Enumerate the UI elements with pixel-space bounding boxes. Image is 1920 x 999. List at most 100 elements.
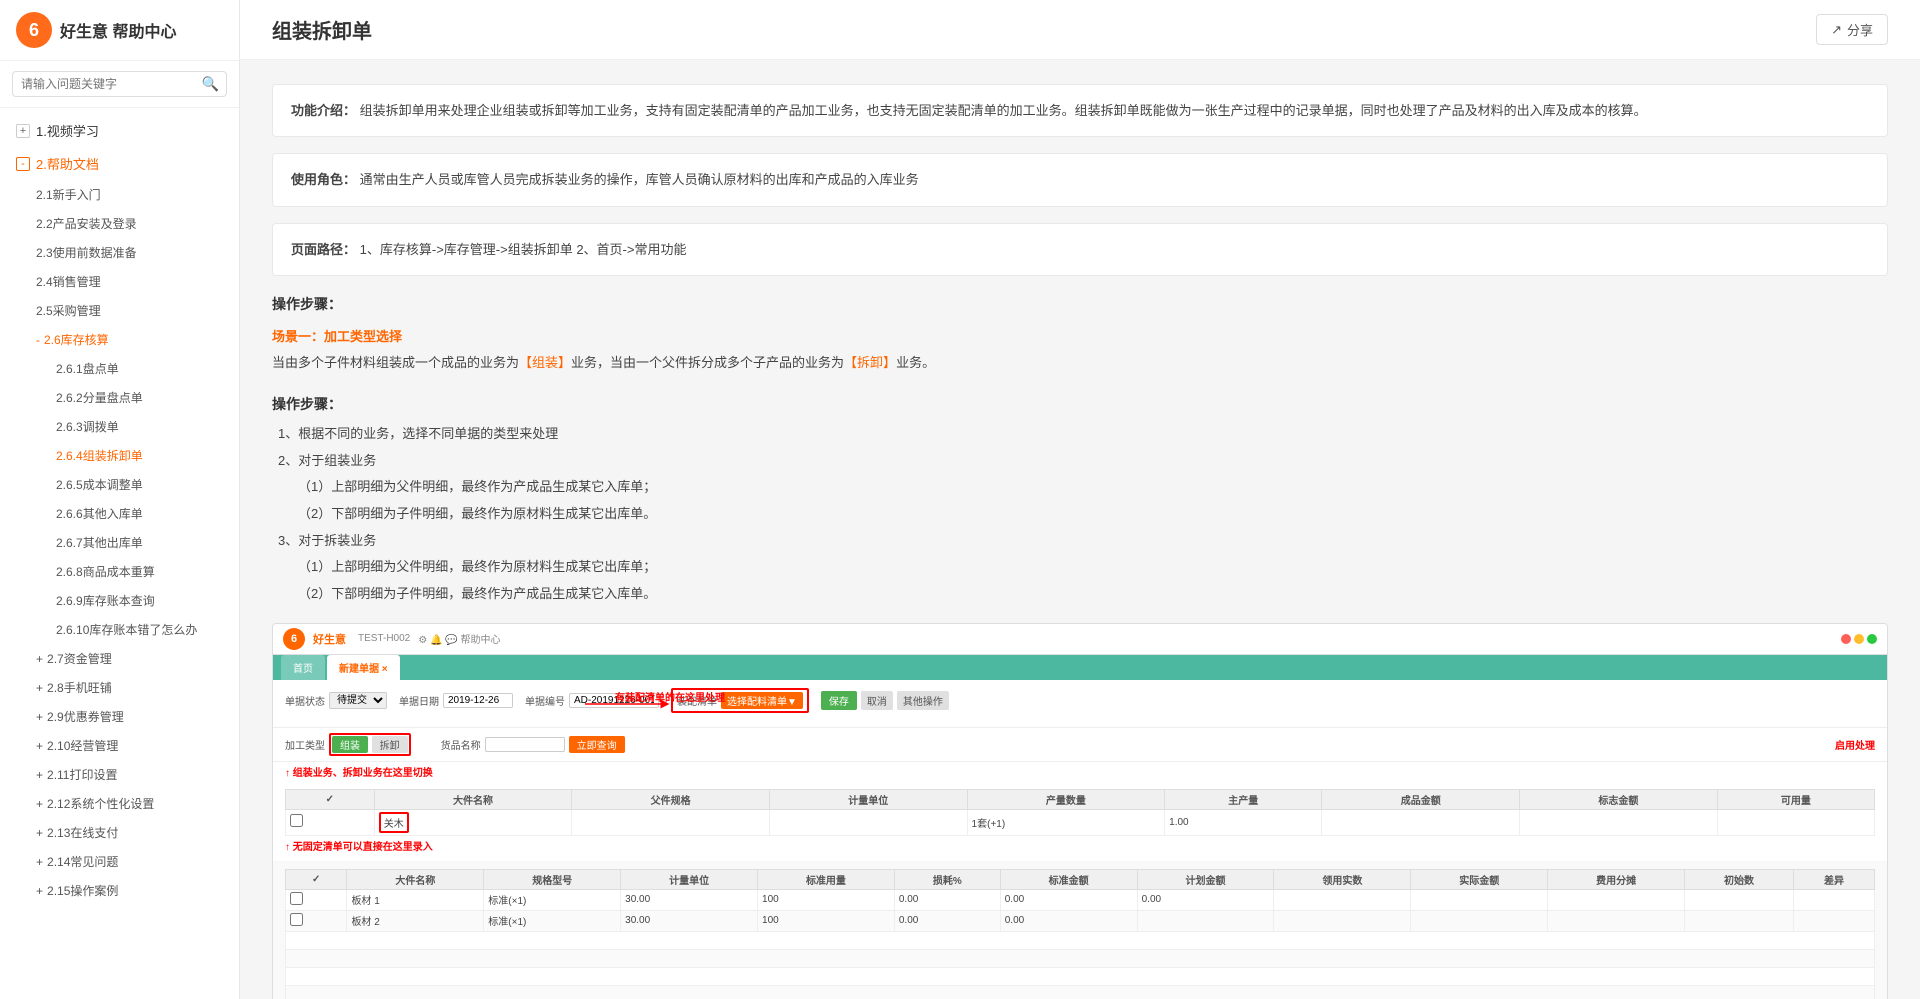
ss-lth-actual-qty: 领用实数 <box>1274 869 1411 889</box>
sidebar-item-check[interactable]: 2.6.1盘点单 <box>20 354 239 383</box>
ss-lower-table-wrap: ✓ 大件名称 规格型号 计量单位 标准用量 损耗% 标准金额 计划金额 领用实数… <box>273 861 1887 999</box>
logo-icon: 6 <box>16 12 52 48</box>
ss-cancel-btn[interactable]: 取消 <box>861 691 893 710</box>
sidebar-item-assembly[interactable]: 2.6.4组装拆卸单 <box>20 441 239 470</box>
share-label: 分享 <box>1847 20 1873 39</box>
ss-td-unit <box>769 809 967 835</box>
search-wrap: 🔍 <box>12 71 227 97</box>
expand-icon: + <box>16 124 30 138</box>
ss-ltd-spec2: 标准(×1) <box>484 910 621 931</box>
sidebar-item-distribute[interactable]: 2.6.2分量盘点单 <box>20 383 239 412</box>
sidebar-item-docs[interactable]: - 2.帮助文档 <box>0 147 239 180</box>
ss-lth-std-amt: 标准金额 <box>1000 869 1137 889</box>
ss-bom-btn[interactable]: 选择配料清单▼ <box>721 692 803 709</box>
share-button[interactable]: ↗ 分享 <box>1816 14 1888 45</box>
screenshot-mockup: 6 好生意 TEST-H002 ⚙ 🔔 💬 帮助中心 首页 新建单据 × <box>272 623 1888 999</box>
role-label: 使用角色： <box>291 172 356 187</box>
ss-arrow1 <box>585 694 685 714</box>
ss-save-btn[interactable]: 保存 <box>821 691 857 710</box>
sidebar-item-video[interactable]: + 1.视频学习 <box>0 114 239 147</box>
sidebar-item-newbie[interactable]: 2.1新手入门 <box>0 180 239 209</box>
share-icon: ↗ <box>1831 22 1842 38</box>
ss-ltd-name2: 板材 2 <box>347 910 484 931</box>
table-row <box>286 931 1875 949</box>
ss-ltd-aa2 <box>1411 910 1548 931</box>
ss-brand: 好生意 <box>313 631 346 647</box>
sidebar-item-install[interactable]: 2.2产品安装及登录 <box>0 209 239 238</box>
sidebar-item-print[interactable]: + 2.11打印设置 <box>0 760 239 789</box>
link-assembly[interactable]: 【组装】 <box>519 355 571 370</box>
sidebar-item-finance[interactable]: + 2.7资金管理 <box>0 644 239 673</box>
sidebar-item-cost[interactable]: 2.6.5成本调整单 <box>20 470 239 499</box>
ss-lower-table: ✓ 大件名称 规格型号 计量单位 标准用量 损耗% 标准金额 计划金额 领用实数… <box>285 869 1875 999</box>
table-row <box>286 967 1875 985</box>
ss-ltd-unit2: 30.00 <box>621 910 758 931</box>
ss-th-std: 标志金额 <box>1520 789 1718 809</box>
ss-ltd-stda1: 0.00 <box>1000 889 1137 910</box>
sidebar-item-purchase[interactable]: 2.5采购管理 <box>0 296 239 325</box>
sidebar-item-cases[interactable]: + 2.15操作案例 <box>0 876 239 905</box>
ss-lrow-check2[interactable] <box>290 913 303 926</box>
ss-lth-check: ✓ <box>286 869 347 889</box>
sidebar-item-mobile[interactable]: + 2.8手机旺铺 <box>0 673 239 702</box>
ss-th-main: 主产量 <box>1165 789 1322 809</box>
ss-lth-alloc: 费用分摊 <box>1548 869 1685 889</box>
ss-type-label: 加工类型 <box>285 737 325 752</box>
ss-ltd-aq2 <box>1274 910 1411 931</box>
sidebar-item-faq[interactable]: + 2.14常见问题 <box>0 847 239 876</box>
sidebar-item-sales[interactable]: 2.4销售管理 <box>0 267 239 296</box>
sidebar-item-manage[interactable]: + 2.10经营管理 <box>0 731 239 760</box>
ss-ltd-stdq1: 100 <box>758 889 895 910</box>
collapse-stock-icon: - <box>36 333 40 347</box>
ss-ltd-plan2 <box>1137 910 1274 931</box>
sidebar-item-stock[interactable]: - 2.6库存核算 <box>0 325 239 354</box>
role-block: 使用角色： 通常由生产人员或库管人员完成拆装业务的操作，库管人员确认原材料的出库… <box>272 153 1888 206</box>
ss-lrow-check1[interactable] <box>290 892 303 905</box>
sidebar-item-error[interactable]: 2.6.10库存账本错了怎么办 <box>20 615 239 644</box>
ss-tab-assembly[interactable]: 新建单据 × <box>327 655 400 680</box>
ss-other-btn[interactable]: 其他操作 <box>897 691 949 710</box>
ss-status-select[interactable]: 待提交 <box>329 692 387 709</box>
ss-td-amount <box>1322 809 1520 835</box>
sidebar-item-other-in[interactable]: 2.6.6其他入库单 <box>20 499 239 528</box>
ss-date-label: 单据日期 <box>399 693 439 708</box>
ss-ltd-loss2: 0.00 <box>894 910 1000 931</box>
ss-max <box>1867 634 1877 644</box>
collapse-icon: - <box>16 157 30 171</box>
ss-disassemble-btn[interactable]: 拆卸 <box>372 736 408 753</box>
sidebar-item-ledger[interactable]: 2.6.9库存账本查询 <box>20 586 239 615</box>
link-disassembly[interactable]: 【拆卸】 <box>844 355 896 370</box>
ss-ltd-stdq2: 100 <box>758 910 895 931</box>
sidebar-item-transfer[interactable]: 2.6.3调拨单 <box>20 412 239 441</box>
ss-close <box>1841 634 1851 644</box>
ss-td-std <box>1520 809 1718 835</box>
ss-ltd-stda2: 0.00 <box>1000 910 1137 931</box>
ss-th-spec: 父件规格 <box>572 789 770 809</box>
path-label: 页面路径： <box>291 242 356 257</box>
sidebar-item-goods-cost[interactable]: 2.6.8商品成本重算 <box>20 557 239 586</box>
search-box: 🔍 <box>0 61 239 108</box>
ss-tab-home[interactable]: 首页 <box>281 655 325 680</box>
scene1-heading: 场景一：加工类型选择 <box>272 326 1888 345</box>
sidebar-item-custom[interactable]: + 2.12系统个性化设置 <box>0 789 239 818</box>
ss-td-avail <box>1717 809 1874 835</box>
ss-ltd-name1: 板材 1 <box>347 889 484 910</box>
sidebar-item-pay[interactable]: + 2.13在线支付 <box>0 818 239 847</box>
ss-assemble-btn[interactable]: 组装 <box>332 736 368 753</box>
sidebar-item-coupon[interactable]: + 2.9优惠券管理 <box>0 702 239 731</box>
ss-td-spec <box>572 809 770 835</box>
ss-date-input[interactable] <box>443 693 513 708</box>
ss-th-amount: 成品金额 <box>1322 789 1520 809</box>
ss-enable-label: 启用处理 <box>1835 737 1875 752</box>
sidebar-item-data[interactable]: 2.3使用前数据准备 <box>0 238 239 267</box>
ss-form-row2: 加工类型 组装 拆卸 货品名称 立即查询 启用处理 <box>273 728 1887 762</box>
nav-item-video: + 1.视频学习 <box>0 114 239 147</box>
ss-search-input[interactable] <box>485 737 565 752</box>
ss-upper-table: ✓ 大件名称 父件规格 计量单位 产量数量 主产量 成品金额 标志金额 可用量 <box>285 789 1875 836</box>
search-input[interactable] <box>12 71 227 97</box>
ss-upper-tbody: 关木 1套(+1) 1.00 <box>286 809 1875 835</box>
ss-row-check[interactable] <box>290 814 303 827</box>
ss-type-field: 加工类型 组装 拆卸 <box>285 733 411 756</box>
sidebar-item-other-out[interactable]: 2.6.7其他出库单 <box>20 528 239 557</box>
ss-search-btn[interactable]: 立即查询 <box>569 736 625 753</box>
